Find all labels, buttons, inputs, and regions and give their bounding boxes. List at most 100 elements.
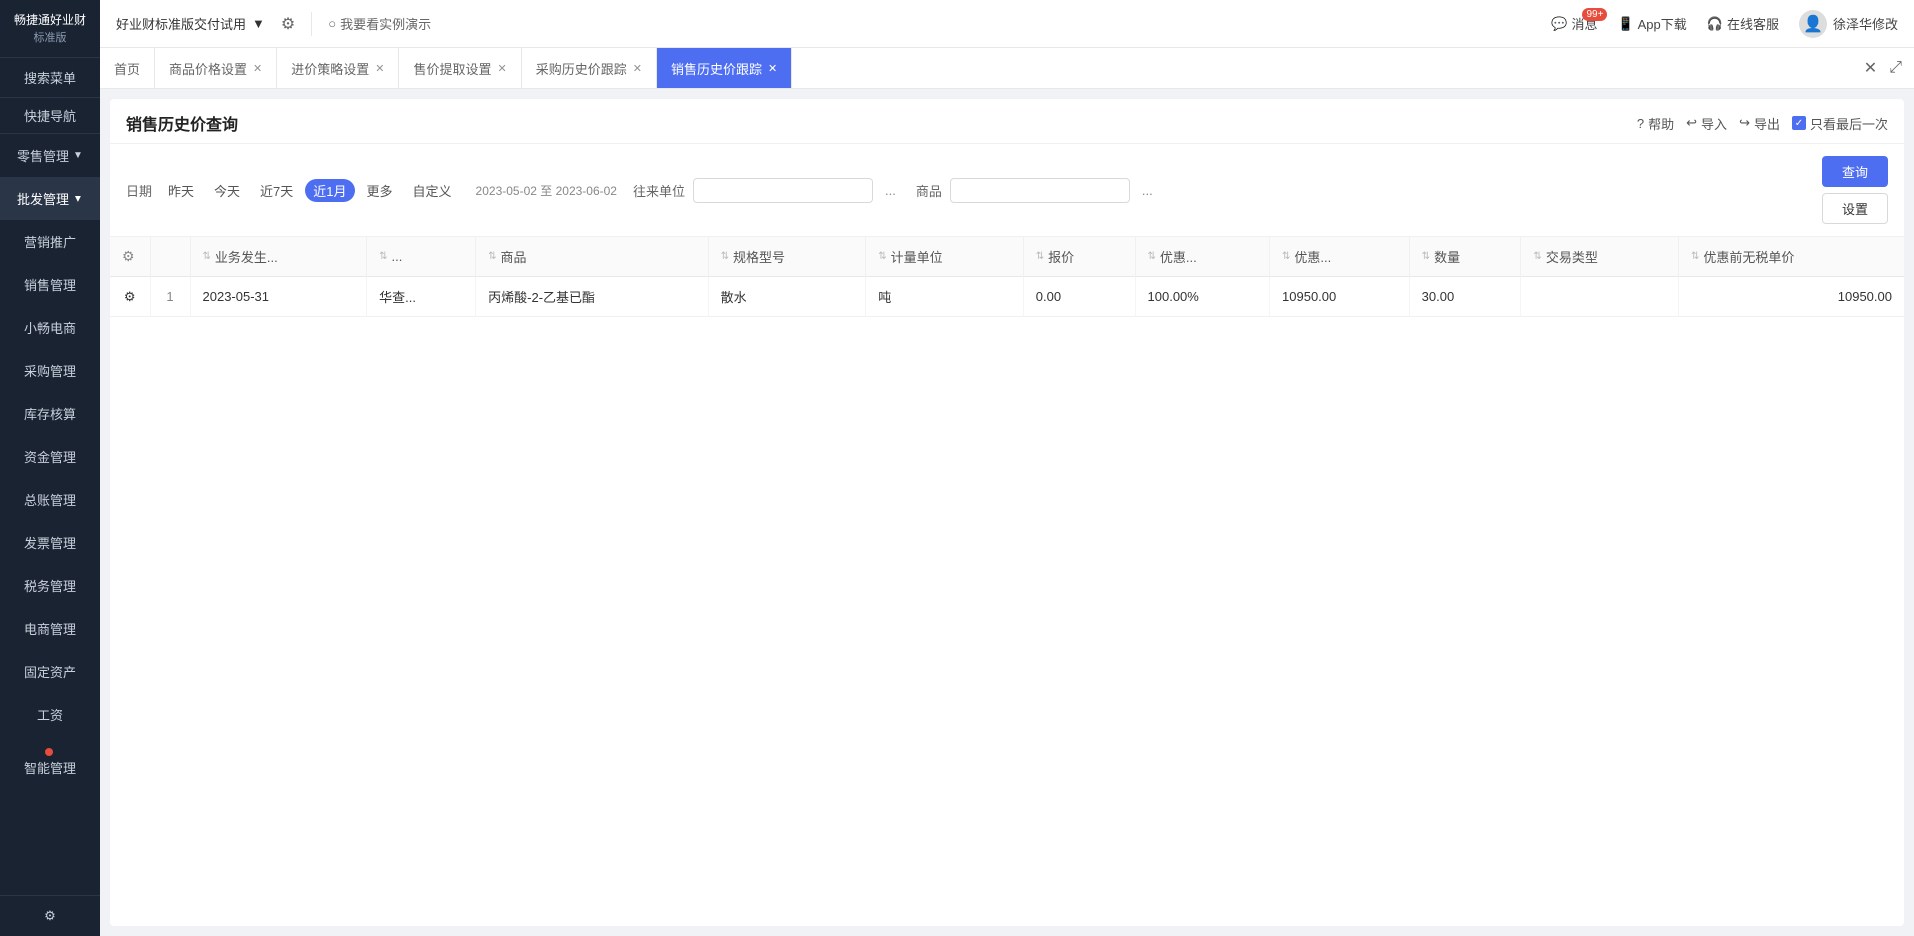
close-icon[interactable]: ✕: [498, 62, 507, 75]
table-settings-icon[interactable]: ⚙: [122, 248, 135, 265]
app-download-button[interactable]: 📱 App下载: [1617, 14, 1686, 33]
help-label: 帮助: [1648, 114, 1674, 133]
download-icon: 📱: [1617, 16, 1633, 32]
close-icon[interactable]: ✕: [768, 62, 777, 75]
export-button[interactable]: ↪ 导出: [1739, 114, 1780, 133]
sidebar-item-tax[interactable]: 税务管理: [0, 564, 100, 607]
col-product-sort-icon[interactable]: ⇅: [488, 251, 496, 262]
sidebar-quick-nav[interactable]: 快捷导航: [0, 98, 100, 134]
col-quantity-sort-icon[interactable]: ⇅: [1422, 251, 1430, 262]
date-options: 昨天 今天 近7天 近1月 更多 自定义: [160, 179, 460, 202]
import-label: 导入: [1701, 114, 1727, 133]
col-quantity: ⇅ 数量: [1409, 237, 1521, 277]
show-last-label: 只看最后一次: [1810, 114, 1888, 133]
tab-sales-history[interactable]: 销售历史价跟踪 ✕: [657, 48, 792, 88]
online-service-button[interactable]: 🎧 在线客服: [1707, 14, 1779, 33]
from-unit-more-button[interactable]: ...: [881, 179, 900, 202]
message-icon: 💬: [1551, 16, 1567, 32]
col-transaction-type-label: 交易类型: [1546, 247, 1598, 266]
demo-label: 我要看实例演示: [340, 14, 431, 33]
product-input[interactable]: [950, 178, 1130, 203]
col-transaction-type-sort-icon[interactable]: ⇅: [1533, 251, 1541, 262]
demo-button[interactable]: ○ 我要看实例演示: [328, 14, 431, 33]
maximize-button[interactable]: ⤢: [1885, 55, 1906, 81]
col-quoted-price: ⇅ 报价: [1023, 237, 1135, 277]
filter-bar: 日期 昨天 今天 近7天 近1月 更多 自定义 2023-05-02 至 202…: [110, 144, 1904, 237]
col-gear: ⚙: [110, 237, 150, 277]
col-business-date: ⇅ 业务发生...: [190, 237, 367, 277]
date-opt-custom[interactable]: 自定义: [405, 179, 460, 202]
sidebar-settings-button[interactable]: ⚙: [0, 895, 100, 936]
col-more-sort-icon[interactable]: ⇅: [379, 251, 387, 262]
date-opt-7days[interactable]: 近7天: [252, 179, 301, 202]
col-product-label: 商品: [501, 247, 527, 266]
sidebar-item-marketing[interactable]: 营销推广: [0, 220, 100, 263]
sidebar-item-wholesale[interactable]: 批发管理 ▲: [0, 177, 100, 220]
row-unit: 吨: [866, 277, 1024, 317]
col-quantity-label: 数量: [1434, 247, 1460, 266]
date-opt-more[interactable]: 更多: [359, 179, 401, 202]
help-button[interactable]: ? 帮助: [1637, 114, 1674, 133]
demo-icon: ○: [328, 16, 336, 31]
row-pre-tax-price: 10950.00: [1679, 277, 1905, 317]
sidebar-item-ecommerce[interactable]: 电商管理: [0, 607, 100, 650]
date-opt-1month[interactable]: 近1月: [305, 179, 354, 202]
sidebar-item-sales[interactable]: 销售管理: [0, 263, 100, 306]
sidebar-item-ledger[interactable]: 总账管理: [0, 478, 100, 521]
gear-icon: ⚙: [124, 289, 136, 304]
tab-product-price[interactable]: 商品价格设置 ✕: [155, 48, 277, 88]
sidebar-item-ecommerce-small[interactable]: 小畅电商: [0, 306, 100, 349]
product-more-button[interactable]: ...: [1138, 179, 1157, 202]
close-icon[interactable]: ✕: [633, 62, 642, 75]
col-more-label: ...: [392, 249, 403, 264]
close-icon[interactable]: ✕: [375, 62, 384, 75]
col-quoted-price-sort-icon[interactable]: ⇅: [1036, 251, 1044, 262]
tab-sale-price[interactable]: 售价提取设置 ✕: [399, 48, 521, 88]
sidebar-item-inventory[interactable]: 库存核算: [0, 392, 100, 435]
col-spec-sort-icon[interactable]: ⇅: [721, 251, 729, 262]
close-icon[interactable]: ✕: [253, 62, 262, 75]
show-last-checkbox[interactable]: ✓ 只看最后一次: [1792, 114, 1888, 133]
settings-button[interactable]: 设置: [1822, 193, 1888, 224]
user-menu[interactable]: 👤 徐泽华修改: [1799, 10, 1898, 38]
tab-home[interactable]: 首页: [100, 48, 155, 88]
col-discount-amt-sort-icon[interactable]: ⇅: [1282, 251, 1290, 262]
sidebar-item-purchase[interactable]: 采购管理: [0, 349, 100, 392]
date-filter-group: 日期 昨天 今天 近7天 近1月 更多 自定义: [126, 179, 460, 202]
col-business-date-sort-icon[interactable]: ⇅: [203, 251, 211, 262]
row-gear[interactable]: ⚙: [110, 277, 150, 317]
col-discount-pct-sort-icon[interactable]: ⇅: [1148, 251, 1156, 262]
query-button[interactable]: 查询: [1822, 156, 1888, 187]
sidebar-item-fixed-assets[interactable]: 固定资产: [0, 650, 100, 693]
tab-purchase-history[interactable]: 采购历史价跟踪 ✕: [522, 48, 657, 88]
row-quantity: 30.00: [1409, 277, 1521, 317]
workspace-selector[interactable]: 好业财标准版交付试用 ▼: [116, 14, 265, 33]
sidebar-item-smart[interactable]: 智能管理: [0, 736, 100, 789]
sidebar-item-salary[interactable]: 工资: [0, 693, 100, 736]
col-pre-tax-price-label: 优惠前无税单价: [1703, 247, 1794, 266]
app-edition: 标准版: [34, 29, 67, 45]
row-discount-pct: 100.00%: [1135, 277, 1270, 317]
notification-dot: [45, 748, 53, 756]
col-pre-tax-price-sort-icon[interactable]: ⇅: [1691, 251, 1699, 262]
col-product: ⇅ 商品: [476, 237, 708, 277]
sidebar-item-retail[interactable]: 零售管理 ▼: [0, 134, 100, 177]
sidebar-item-finance[interactable]: 资金管理: [0, 435, 100, 478]
import-button[interactable]: ↩ 导入: [1686, 114, 1727, 133]
from-unit-input[interactable]: [693, 178, 873, 203]
messages-button[interactable]: 💬 消息 99+: [1551, 14, 1597, 33]
table-row[interactable]: ⚙ 1 2023-05-31 华查... 丙烯酸-2-乙基已酯 散水 吨 0.0…: [110, 277, 1904, 317]
from-unit-label: 往来单位: [633, 181, 685, 200]
sidebar-search[interactable]: 搜索菜单: [0, 58, 100, 98]
row-discount-amt: 10950.00: [1270, 277, 1410, 317]
tab-purchase-strategy[interactable]: 进价策略设置 ✕: [277, 48, 399, 88]
col-unit-sort-icon[interactable]: ⇅: [878, 251, 886, 262]
settings-gear-icon[interactable]: ⚙: [281, 14, 295, 34]
close-window-button[interactable]: ✕: [1860, 54, 1881, 82]
row-quoted-price: 0.00: [1023, 277, 1135, 317]
date-opt-yesterday[interactable]: 昨天: [160, 179, 202, 202]
sidebar-item-invoice[interactable]: 发票管理: [0, 521, 100, 564]
col-spec-label: 规格型号: [733, 247, 785, 266]
date-opt-today[interactable]: 今天: [206, 179, 248, 202]
col-quoted-price-label: 报价: [1048, 247, 1074, 266]
